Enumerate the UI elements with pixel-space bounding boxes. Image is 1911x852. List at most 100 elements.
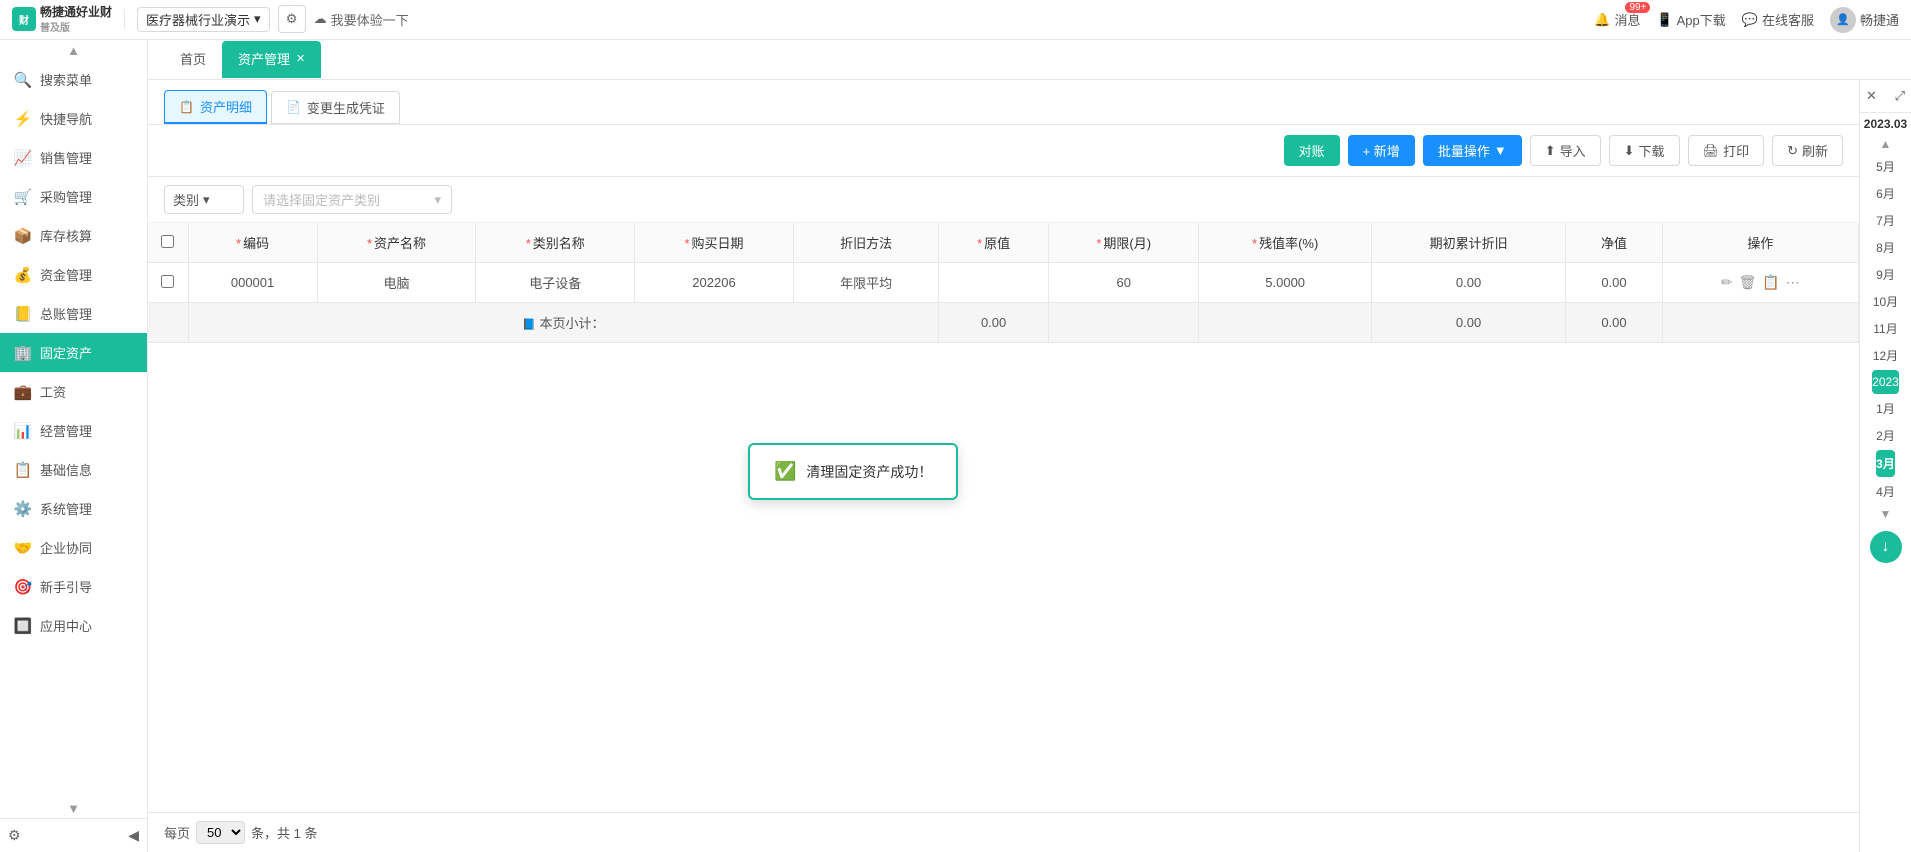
sidebar-item-system[interactable]: ⚙️ 系统管理 — [0, 489, 147, 528]
sidebar-item-fixed-assets[interactable]: 🏢 固定资产 — [0, 333, 147, 372]
app-download-button[interactable]: 📱 App下载 — [1656, 10, 1725, 29]
sidebar-item-search[interactable]: 🔍 搜索菜单 — [0, 60, 147, 99]
batch-button[interactable]: 批量操作 ▼ — [1423, 135, 1522, 166]
month-5[interactable]: 5月 — [1860, 153, 1911, 180]
sidebar-item-inventory[interactable]: 📦 库存核算 — [0, 216, 147, 255]
online-service-button[interactable]: 💬 在线客服 — [1742, 10, 1814, 29]
tab-assets-management[interactable]: 资产管理 ✕ — [222, 41, 321, 78]
select-all-checkbox[interactable] — [161, 235, 174, 248]
sidebar-item-label: 基础信息 — [40, 460, 92, 479]
print-button[interactable]: 🖨 打印 — [1688, 135, 1765, 166]
year-items: 5月 6月 7月 8月 9月 10月 11月 12月 2023 1月 2月 3月… — [1860, 153, 1911, 505]
row-category: 电子设备 — [476, 263, 635, 303]
right-panel-close-icon[interactable]: ✕ — [1866, 88, 1877, 104]
month-10[interactable]: 10月 — [1860, 288, 1911, 315]
row-name: 电脑 — [317, 263, 476, 303]
tab-home[interactable]: 首页 — [164, 41, 222, 78]
row-checkbox[interactable] — [161, 275, 174, 288]
scroll-down-arrow[interactable]: ▼ — [1860, 505, 1911, 523]
settings-button[interactable]: ⚙ — [278, 5, 306, 33]
edit-icon[interactable]: ✏ — [1721, 274, 1733, 291]
delete-icon[interactable]: 🗑 — [1739, 274, 1757, 291]
collapse-icon[interactable]: ◀ — [128, 827, 139, 844]
sidebar-item-enterprise[interactable]: 🤝 企业协同 — [0, 528, 147, 567]
main-container: ▲ 🔍 搜索菜单 ⚡ 快捷导航 📈 销售管理 🛒 采购管理 📦 库存核算 — [0, 40, 1911, 852]
sidebar-item-quick-nav[interactable]: ⚡ 快捷导航 — [0, 99, 147, 138]
sidebar-item-label: 快捷导航 — [40, 109, 92, 128]
sidebar-item-sales[interactable]: 📈 销售管理 — [0, 138, 147, 177]
user-menu[interactable]: 👤 畅捷通 — [1830, 7, 1899, 33]
year-2023[interactable]: 2023 — [1872, 370, 1899, 394]
sidebar-scroll-down[interactable]: ▼ — [0, 798, 147, 818]
category-value-filter[interactable]: 请选择固定资产类别 ▾ — [252, 185, 452, 214]
sidebar-item-basic-info[interactable]: 📋 基础信息 — [0, 450, 147, 489]
download-icon: 📱 — [1656, 12, 1672, 28]
avatar: 👤 — [1830, 7, 1856, 33]
print-icon: 🖨 — [1703, 143, 1720, 159]
sidebar-item-payroll[interactable]: 💼 工资 — [0, 372, 147, 411]
toast-message: 清理固定资产成功！ — [806, 462, 932, 482]
more-icon[interactable]: ⋯ — [1786, 274, 1800, 291]
sidebar-items: 🔍 搜索菜单 ⚡ 快捷导航 📈 销售管理 🛒 采购管理 📦 库存核算 💰 — [0, 60, 147, 798]
copy-icon[interactable]: 📋 — [1762, 274, 1779, 291]
right-panel-expand-icon[interactable]: ⤢ — [1895, 88, 1905, 104]
month-7[interactable]: 7月 — [1860, 207, 1911, 234]
month-12[interactable]: 12月 — [1860, 342, 1911, 369]
import-button[interactable]: ⬆ 导入 — [1530, 135, 1601, 166]
app-download-label: App下载 — [1677, 10, 1726, 29]
basic-info-icon: 📋 — [14, 461, 32, 479]
assets-table: *编码 *资产名称 *类别名称 *购买日期 折旧方法 *原值 *期限(月) *残… — [148, 223, 1859, 343]
scroll-up-arrow[interactable]: ▲ — [1860, 135, 1911, 153]
sidebar-scroll-up[interactable]: ▲ — [0, 40, 147, 60]
month-3-current[interactable]: 3月 — [1876, 450, 1895, 477]
month-9[interactable]: 9月 — [1860, 261, 1911, 288]
month-2[interactable]: 2月 — [1860, 422, 1911, 449]
cloud-icon: ☁ — [314, 11, 327, 27]
month-8[interactable]: 8月 — [1860, 234, 1911, 261]
row-residual-rate: 5.0000 — [1199, 263, 1371, 303]
col-code: *编码 — [188, 223, 317, 263]
page-size-select[interactable]: 50 — [196, 821, 245, 844]
new-button[interactable]: + 新增 — [1348, 135, 1415, 166]
category-placeholder: 请选择固定资产类别 — [263, 190, 380, 209]
month-6[interactable]: 6月 — [1860, 180, 1911, 207]
company-selector[interactable]: 医疗器械行业演示 ▾ — [137, 7, 270, 32]
category-label: 类别 — [173, 190, 199, 209]
tab-close-icon[interactable]: ✕ — [296, 52, 305, 65]
print-label: 打印 — [1723, 141, 1749, 160]
sidebar-item-label: 总账管理 — [40, 304, 92, 323]
sidebar-item-operations[interactable]: 📊 经营管理 — [0, 411, 147, 450]
change-voucher-icon: 📄 — [286, 100, 301, 114]
category-filter[interactable]: 类别 ▾ — [164, 185, 244, 214]
message-button[interactable]: 🔔 消息 99+ — [1594, 10, 1640, 29]
subtotal-label: 📘 本页小计： — [188, 303, 939, 343]
sub-tab-asset-detail[interactable]: 📋 资产明细 — [164, 90, 267, 124]
download-label: 下载 — [1639, 141, 1665, 160]
month-1[interactable]: 1月 — [1860, 395, 1911, 422]
sidebar-item-purchase[interactable]: 🛒 采购管理 — [0, 177, 147, 216]
import-label: 导入 — [1560, 141, 1586, 160]
sidebar-item-finance[interactable]: 💰 资金管理 — [0, 255, 147, 294]
bottom-settings-icon[interactable]: ⚙ — [8, 827, 21, 844]
month-4[interactable]: 4月 — [1860, 478, 1911, 505]
reconcile-button[interactable]: 对账 — [1284, 135, 1340, 166]
sub-tab-change-voucher-label: 变更生成凭证 — [307, 98, 385, 117]
message-icon: 🔔 — [1594, 12, 1610, 28]
sidebar-item-label: 库存核算 — [40, 226, 92, 245]
sidebar-item-label: 企业协同 — [40, 538, 92, 557]
toolbar: 对账 + 新增 批量操作 ▼ ⬆ 导入 — [148, 125, 1859, 177]
sidebar-item-app-center[interactable]: 🔲 应用中心 — [0, 606, 147, 645]
row-checkbox-cell — [148, 263, 188, 303]
refresh-button[interactable]: ↻ 刷新 — [1772, 135, 1843, 166]
col-name: *资产名称 — [317, 223, 476, 263]
month-11[interactable]: 11月 — [1860, 315, 1911, 342]
download-button[interactable]: ⬇ 下载 — [1609, 135, 1680, 166]
experience-button[interactable]: ☁ 我要体验一下 — [314, 10, 409, 29]
sub-tab-change-voucher[interactable]: 📄 变更生成凭证 — [271, 91, 400, 124]
right-panel-action-button[interactable]: ↓ — [1870, 531, 1902, 563]
sidebar-item-guide[interactable]: 🎯 新手引导 — [0, 567, 147, 606]
batch-chevron-icon: ▼ — [1494, 143, 1507, 158]
reconcile-label: 对账 — [1299, 141, 1325, 160]
sidebar-item-ledger[interactable]: 📒 总账管理 — [0, 294, 147, 333]
import-icon: ⬆ — [1545, 143, 1556, 159]
